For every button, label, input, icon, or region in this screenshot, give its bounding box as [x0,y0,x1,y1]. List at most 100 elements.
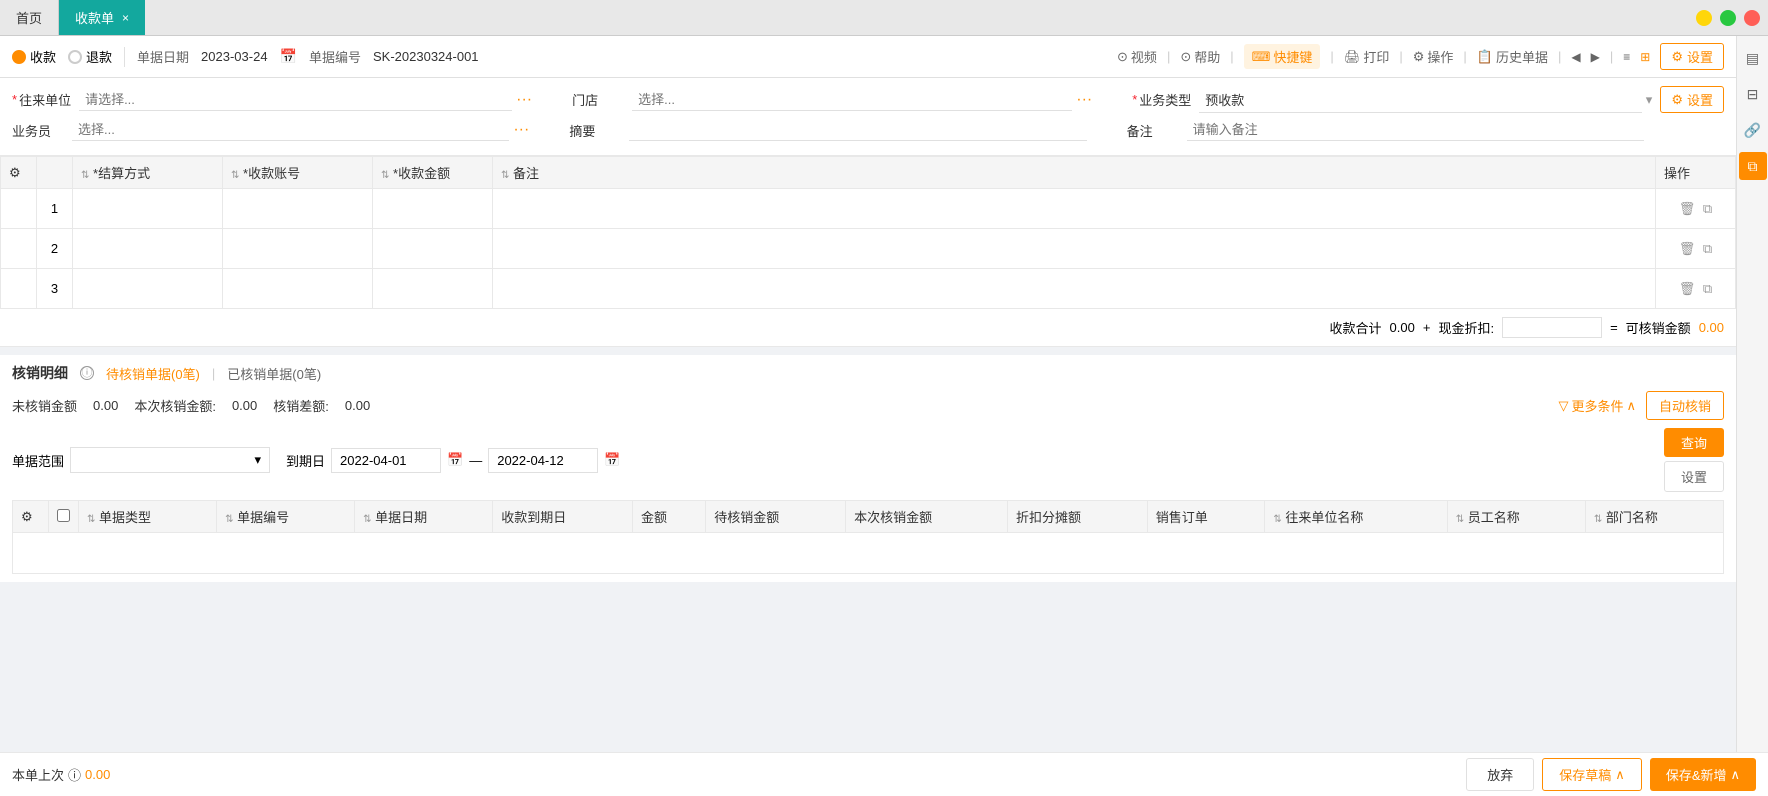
sidebar-expand-icon[interactable]: ⧉ [1739,152,1767,180]
delete-row-1-btn[interactable]: 🗑 [1677,199,1698,219]
biz-settings-button[interactable]: ⚙ 设置 [1660,86,1724,113]
hx-stats: 未核销金额 0.00 本次核销金额: 0.00 核销差额: 0.00 ▽ 更多条… [12,391,1724,420]
history-icon: 📋 [1477,49,1493,65]
td-settle-3[interactable] [73,269,223,309]
save-new-arrow: ∧ [1730,767,1740,783]
table-settings-icon[interactable]: ⚙ [9,165,21,180]
hx-done-tab[interactable]: 已核销单据(0笔) [227,364,321,383]
td-account-2[interactable] [223,229,373,269]
tab-close-icon[interactable]: × [122,11,129,25]
footer: 本单上次 ⓘ 0.00 放弃 保存草稿 ∧ 保存&新增 ∧ [0,752,1768,796]
main-wrapper: 收款 退款 单据日期 2023-03-24 📅 单据编号 SK-20230324… [0,36,1768,796]
sep-7: | [1610,49,1613,64]
table-row: 3 🗑 ⧉ [1,269,1736,309]
nav-prev[interactable]: ◀ [1571,50,1580,64]
copy-row-1-btn[interactable]: ⧉ [1701,199,1714,219]
discount-input[interactable] [1502,317,1602,338]
calendar-icon[interactable]: 📅 [280,48,297,65]
tab-home[interactable]: 首页 [0,0,59,35]
biz-type-dropdown[interactable]: ▾ [1646,92,1653,108]
date-from-input[interactable] [331,448,441,473]
sidebar-link-icon[interactable]: 🔗 [1739,116,1767,144]
cal-icon-to[interactable]: 📅 [604,452,620,468]
sidebar-table-icon[interactable]: ▤ [1739,44,1767,72]
date-to-input[interactable] [488,448,598,473]
sep-3: | [1330,49,1333,64]
hx-pending-tab[interactable]: 待核销单据(0笔) [106,364,200,383]
footer-info-label: 本单上次 [12,765,64,784]
biz-type-label: 业务类型 [1139,90,1199,109]
summary-input[interactable] [629,119,1086,141]
td-amount-1[interactable] [373,189,493,229]
radio-receipt[interactable]: 收款 [12,47,56,66]
close-btn[interactable] [1744,10,1760,26]
td-remark-2[interactable] [493,229,1656,269]
biz-type-value: 预收款 [1199,87,1642,113]
copy-row-2-btn[interactable]: ⧉ [1701,239,1714,259]
th-account: ⇅ *收款账号 [223,157,373,189]
help-icon: ⊙ [1180,49,1191,65]
filter-icon: ▽ [1558,398,1568,414]
history-link[interactable]: 📋 历史单据 [1477,47,1548,66]
help-label: 帮助 [1194,47,1220,66]
minimize-btn[interactable] [1696,10,1712,26]
th-settings[interactable]: ⚙ [1,157,37,189]
sidebar-minus-icon[interactable]: ⊟ [1739,80,1767,108]
bt-th-settings[interactable]: ⚙ [13,501,49,533]
bt-th-employee: ⇅ 员工名称 [1447,501,1585,533]
ops-link[interactable]: ⚙ 操作 [1413,47,1454,66]
counterpart-more-icon[interactable]: ··· [516,92,532,108]
layout-grid[interactable]: ⊞ [1640,50,1650,64]
tab-bar: 首页 收款单 × [0,0,1768,36]
save-draft-btn[interactable]: 保存草稿 ∧ [1542,758,1642,791]
video-label: 视频 [1131,47,1157,66]
diff-label: 核销差额: [273,396,329,415]
settings-label: 设置 [1687,47,1713,66]
footer-info-icon[interactable]: ⓘ [68,765,81,784]
empty-state [13,533,1724,574]
salesman-input[interactable] [72,119,509,141]
td-settle-1[interactable] [73,189,223,229]
td-amount-3[interactable] [373,269,493,309]
select-all-checkbox[interactable] [57,509,70,522]
video-link[interactable]: ⊙ 视频 [1117,47,1157,66]
hx-settings-btn[interactable]: 设置 [1664,461,1724,492]
delete-row-2-btn[interactable]: 🗑 [1677,239,1698,259]
cal-icon-from[interactable]: 📅 [447,452,463,468]
tab-active[interactable]: 收款单 × [59,0,145,35]
td-amount-2[interactable] [373,229,493,269]
auto-hx-btn[interactable]: 自动核销 [1646,391,1724,420]
td-settle-2[interactable] [73,229,223,269]
td-account-3[interactable] [223,269,373,309]
nav-next[interactable]: ▶ [1591,50,1600,64]
more-conditions-label: 更多条件 [1571,396,1623,415]
td-settings-1 [1,189,37,229]
counterpart-input[interactable] [79,89,512,111]
more-conditions-link[interactable]: ▽ 更多条件 ∧ [1558,396,1636,415]
bt-th-checkbox[interactable] [49,501,79,533]
settings-button[interactable]: ⚙ 设置 [1660,43,1724,70]
ops-icon: ⚙ [1413,49,1425,65]
sep-5: | [1463,49,1466,64]
td-account-1[interactable] [223,189,373,229]
store-more-icon[interactable]: ··· [1076,92,1092,108]
footer-actions: 放弃 保存草稿 ∧ 保存&新增 ∧ [1466,758,1756,791]
shortcut-link[interactable]: ⌨ 快捷键 [1244,44,1321,69]
copy-row-3-btn[interactable]: ⧉ [1701,279,1714,299]
print-link[interactable]: 🖨 打印 [1344,47,1390,66]
help-link[interactable]: ⊙ 帮助 [1180,47,1220,66]
td-remark-1[interactable] [493,189,1656,229]
query-btn[interactable]: 查询 [1664,428,1724,457]
td-remark-3[interactable] [493,269,1656,309]
radio-refund[interactable]: 退款 [68,47,112,66]
store-input[interactable] [632,89,1072,111]
delete-row-3-btn[interactable]: 🗑 [1677,279,1698,299]
bill-range-select[interactable]: ▾ [70,447,270,473]
salesman-more-icon[interactable]: ··· [513,122,529,138]
hx-info-icon[interactable]: ⓘ [80,366,94,380]
maximize-btn[interactable] [1720,10,1736,26]
layout-list[interactable]: ≡ [1623,50,1630,64]
save-new-btn[interactable]: 保存&新增 ∧ [1650,758,1756,791]
discard-btn[interactable]: 放弃 [1466,758,1534,791]
remark-input[interactable] [1187,119,1644,141]
